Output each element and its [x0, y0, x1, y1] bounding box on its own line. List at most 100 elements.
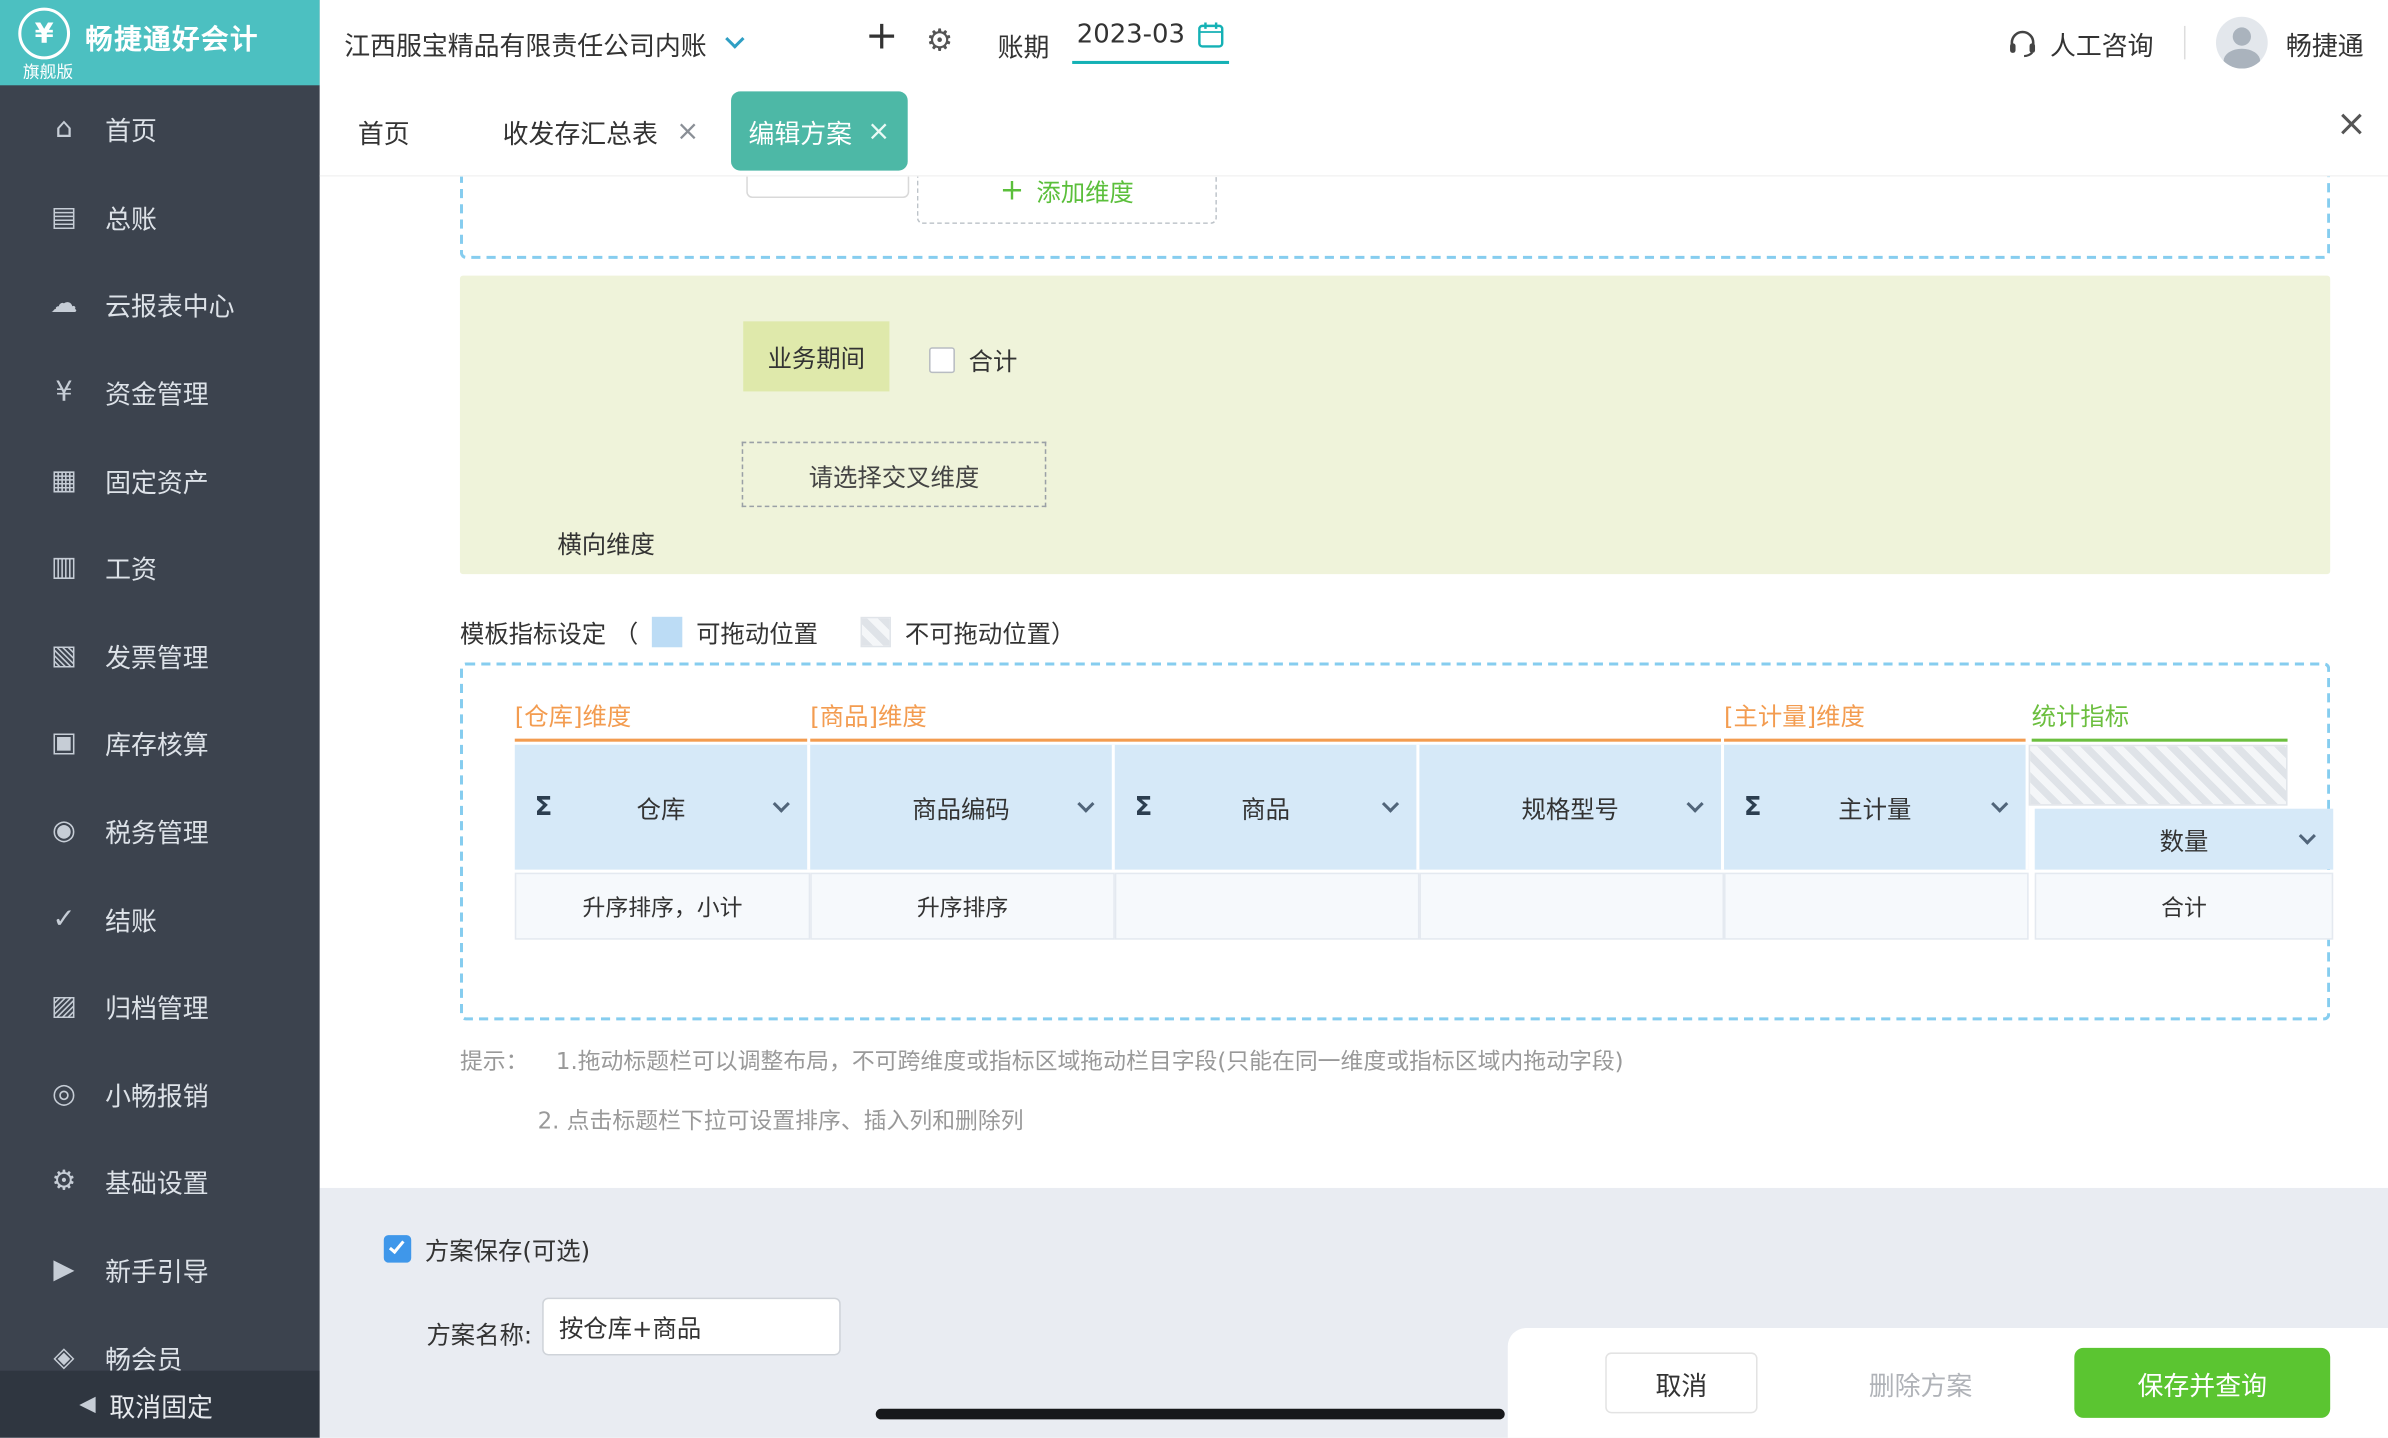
- draggable-label: 可拖动位置: [696, 619, 819, 649]
- ledger-icon: ▤: [50, 200, 77, 233]
- close-tab-icon[interactable]: ×: [676, 115, 699, 147]
- total-checkbox-row[interactable]: 合计: [929, 341, 1017, 378]
- sigma-icon: Σ: [1743, 791, 1762, 823]
- sidebar-item-archive[interactable]: ▨ 归档管理: [0, 962, 320, 1050]
- unpin-sidebar-button[interactable]: ◀ 取消固定: [0, 1370, 320, 1438]
- total-checkbox[interactable]: [929, 346, 955, 373]
- caret-down-icon: [2298, 827, 2316, 845]
- tab-label: 首页: [357, 119, 410, 151]
- main-area: 江西服宝精品有限责任公司内账 + ⚙ 账期 2023-03 人工咨询 畅捷通 首…: [319, 0, 2388, 1438]
- sidebar-item-general-ledger[interactable]: ▤ 总账: [0, 173, 320, 261]
- column-header-product[interactable]: Σ 商品: [1114, 744, 1420, 870]
- sidebar-item-payroll[interactable]: ▥ 工资: [0, 524, 320, 612]
- column-header-spec[interactable]: 规格型号: [1419, 744, 1725, 870]
- sidebar-item-label: 总账: [105, 205, 157, 236]
- company-selector[interactable]: 江西服宝精品有限责任公司内账: [344, 24, 745, 62]
- save-scheme-checkbox-row[interactable]: 方案保存(可选): [383, 1231, 591, 1268]
- column-header-quantity[interactable]: 数量: [2034, 808, 2334, 870]
- cross-dimension-selector[interactable]: 请选择交叉维度: [741, 441, 1047, 508]
- invoice-icon: ▧: [50, 639, 77, 672]
- tab-label: 编辑方案: [748, 119, 853, 151]
- sidebar-item-guide[interactable]: ▶ 新手引导: [0, 1226, 320, 1314]
- sort-setting-product: [1114, 872, 1420, 940]
- save-and-query-button[interactable]: 保存并查询: [2074, 1347, 2331, 1418]
- sigma-icon: Σ: [534, 791, 553, 823]
- unpin-label: 取消固定: [109, 1392, 213, 1424]
- guide-icon: ▶: [53, 1253, 75, 1286]
- sigma-icon: Σ: [1134, 791, 1153, 823]
- add-dimension-button[interactable]: + 添加维度: [916, 176, 1217, 224]
- sidebar-item-cloud-reports[interactable]: ☁ 云报表中心: [0, 261, 320, 349]
- scheme-name-input[interactable]: [542, 1297, 841, 1356]
- gear-icon[interactable]: ⚙: [926, 21, 953, 58]
- user-name[interactable]: 畅捷通: [2286, 24, 2364, 61]
- sidebar-item-label: 基础设置: [105, 1170, 209, 1201]
- sidebar-item-label: 畅会员: [105, 1345, 183, 1371]
- horizontal-dimension-label: 横向维度: [557, 530, 655, 559]
- sidebar-menu: ⌂ 首页 ▤ 总账 ☁ 云报表中心 ¥ 资金管理 ▦ 固定资产 ▥ 工资 ▧ 发票管理 ▣ 库存…: [0, 85, 320, 1371]
- column-header-unit[interactable]: Σ 主计量: [1724, 744, 2029, 870]
- closing-icon: ✓: [52, 902, 76, 935]
- edit-scheme-dialog-body: + 添加维度 业务期间 合计 请选择交叉维度 横向维度 模板指标设定 （ 可拖动…: [319, 176, 2388, 1188]
- dimension-field-box[interactable]: [746, 176, 910, 198]
- sidebar-item-invoices[interactable]: ▧ 发票管理: [0, 612, 320, 700]
- sidebar-item-closing[interactable]: ✓ 结账: [0, 875, 320, 963]
- dialog-footer: 方案保存(可选) 方案名称: 取消 删除方案 保存并查询: [319, 1187, 2388, 1438]
- tab-summary-report[interactable]: 收发存汇总表 ×: [503, 85, 700, 176]
- sidebar-item-label: 工资: [105, 556, 157, 587]
- check-icon: [388, 1237, 405, 1255]
- fund-icon: ¥: [55, 376, 73, 409]
- sidebar-item-funds[interactable]: ¥ 资金管理: [0, 348, 320, 436]
- support-link[interactable]: 人工咨询: [2007, 24, 2154, 62]
- total-checkbox-label: 合计: [968, 347, 1018, 377]
- tabbar: 首页 收发存汇总表 × 编辑方案 × ×: [319, 85, 2388, 177]
- unit-dimension-label: [主计量]维度: [1724, 702, 1865, 732]
- tips-line-2: 2. 点击标题栏下拉可设置排序、插入列和删除列: [537, 1107, 1024, 1135]
- sidebar: ¥ 畅捷通好会计 旗舰版 ⌂ 首页 ▤ 总账 ☁ 云报表中心 ¥ 资金管理 ▦ 固定资产 …: [0, 0, 320, 1438]
- tab-home[interactable]: 首页: [358, 85, 410, 176]
- caret-down-icon: [1381, 795, 1400, 813]
- sidebar-item-label: 归档管理: [105, 994, 209, 1026]
- tips-prefix: 提示：: [459, 1047, 529, 1076]
- reimburse-icon: ◎: [51, 1078, 76, 1111]
- delete-scheme-button[interactable]: 删除方案: [1840, 1352, 2001, 1413]
- horizontal-scrollbar[interactable]: [875, 1408, 1505, 1420]
- dimension-underline: [1724, 738, 2026, 742]
- column-label: 仓库: [636, 795, 686, 824]
- sidebar-item-member[interactable]: ◈ 畅会员: [0, 1313, 320, 1371]
- template-setting-label: 模板指标设定 （: [459, 619, 639, 649]
- support-label: 人工咨询: [2049, 31, 2154, 62]
- sidebar-item-reimburse[interactable]: ◎ 小畅报销: [0, 1050, 320, 1138]
- tips-text-1: 1.拖动标题栏可以调整布局，不可跨维度或指标区域拖动栏目字段(只能在同一维度或指…: [555, 1047, 1624, 1076]
- column-header-product-code[interactable]: 商品编码: [810, 744, 1115, 870]
- close-dialog-icon[interactable]: ×: [2336, 105, 2367, 142]
- divider: [2183, 25, 2186, 60]
- save-scheme-checkbox[interactable]: [383, 1235, 412, 1263]
- avatar[interactable]: [2215, 16, 2268, 69]
- sidebar-item-settings[interactable]: ⚙ 基础设置: [0, 1138, 320, 1226]
- sidebar-item-tax[interactable]: ◉ 税务管理: [0, 787, 320, 875]
- business-period-chip[interactable]: 业务期间: [743, 321, 890, 392]
- sidebar-item-fixed-assets[interactable]: ▦ 固定资产: [0, 436, 320, 524]
- sidebar-item-label: 发票管理: [105, 644, 209, 675]
- edition-badge: 旗舰版: [22, 62, 74, 83]
- asset-icon: ▦: [50, 464, 77, 496]
- calendar-icon: [1198, 22, 1224, 48]
- close-tab-icon[interactable]: ×: [867, 115, 890, 147]
- dimension-underline: [514, 738, 808, 742]
- sidebar-item-inventory[interactable]: ▣ 库存核算: [0, 699, 320, 787]
- sort-setting-spec: [1419, 872, 1725, 940]
- column-label: 主计量: [1838, 795, 1912, 824]
- sidebar-item-home[interactable]: ⌂ 首页: [0, 85, 320, 173]
- action-panel: 取消 删除方案 保存并查询: [1507, 1328, 2388, 1438]
- topbar-right: 人工咨询 畅捷通: [2007, 0, 2364, 85]
- period-picker[interactable]: 2023-03: [1072, 20, 1230, 64]
- column-header-warehouse[interactable]: Σ 仓库: [514, 744, 811, 870]
- save-scheme-label: 方案保存(可选): [424, 1236, 591, 1266]
- add-account-button[interactable]: +: [865, 14, 898, 60]
- cancel-button[interactable]: 取消: [1605, 1352, 1758, 1414]
- add-dimension-label: 添加维度: [1036, 178, 1134, 208]
- tab-edit-scheme[interactable]: 编辑方案 ×: [731, 91, 908, 171]
- sidebar-item-label: 结账: [105, 907, 157, 938]
- app-window: ¥ 畅捷通好会计 旗舰版 ⌂ 首页 ▤ 总账 ☁ 云报表中心 ¥ 资金管理 ▦ 固定资产 …: [0, 0, 2388, 1438]
